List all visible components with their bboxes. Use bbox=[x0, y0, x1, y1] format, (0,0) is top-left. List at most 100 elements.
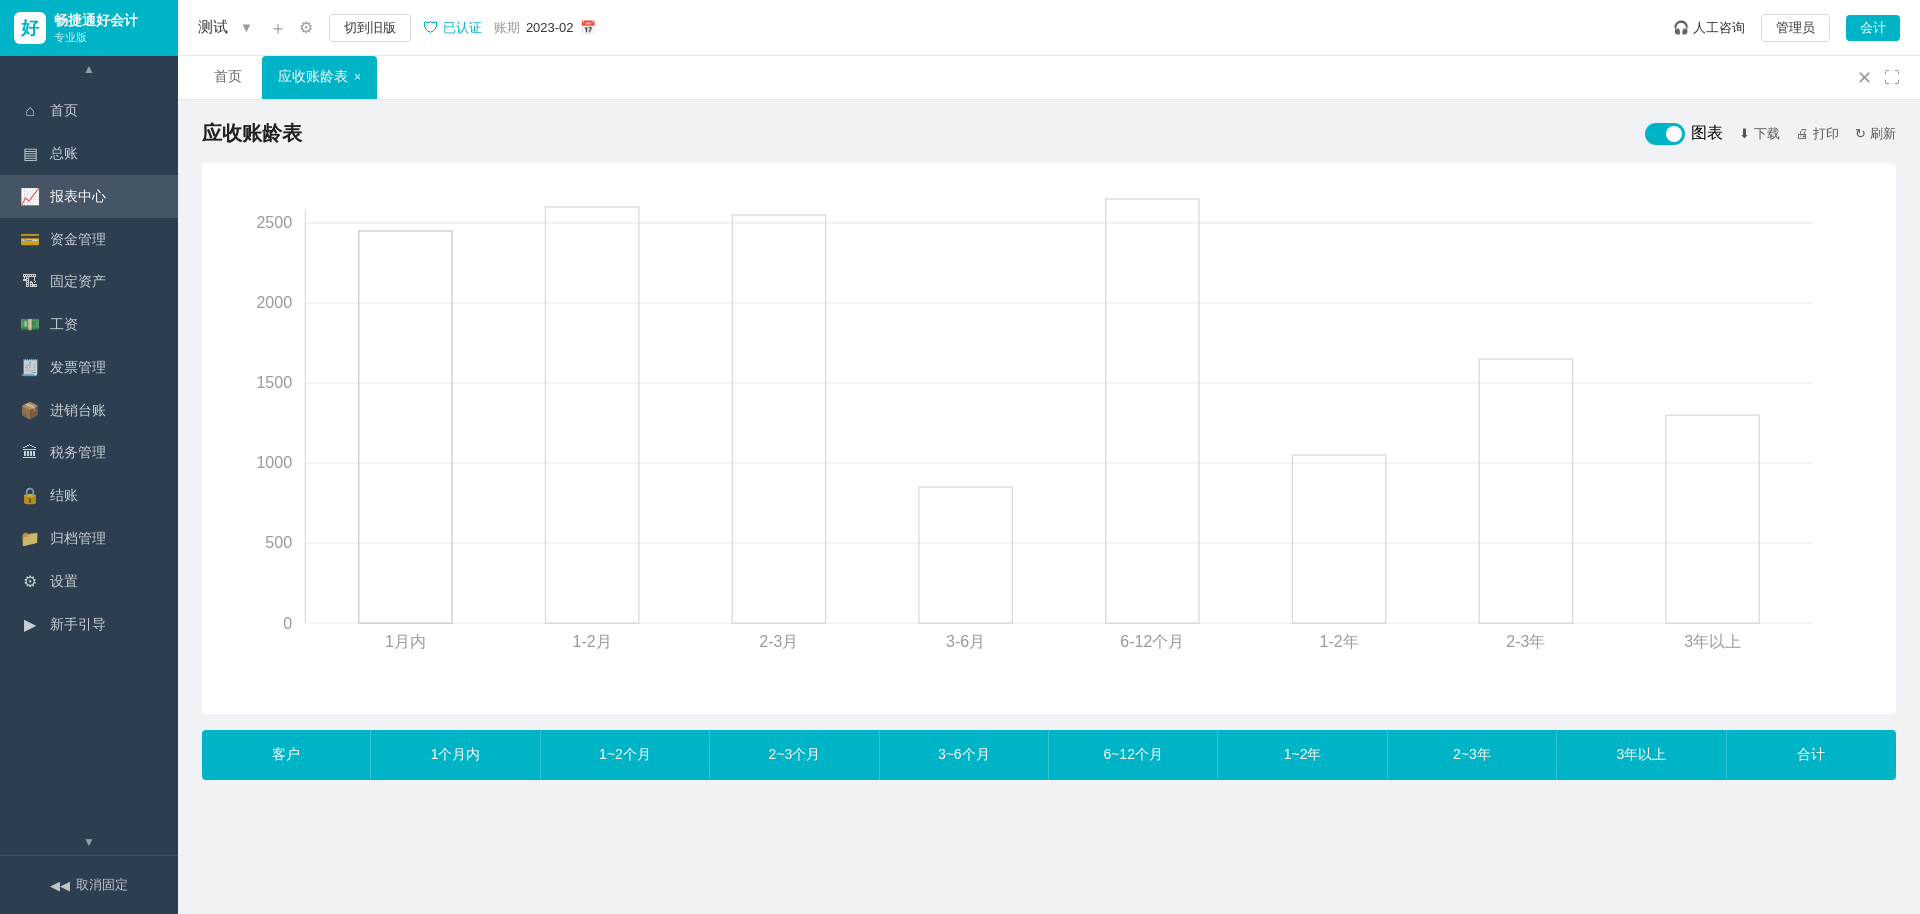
close-accounts-icon: 🔒 bbox=[20, 486, 40, 505]
col-header-3-6month: 3~6个月 bbox=[880, 730, 1049, 780]
svg-rect-17 bbox=[545, 207, 638, 623]
period-value: 2023-02 bbox=[526, 20, 574, 35]
col-header-3plus-year: 3年以上 bbox=[1557, 730, 1726, 780]
col-header-2-3year: 2~3年 bbox=[1388, 730, 1557, 780]
download-button[interactable]: ⬇ 下载 bbox=[1739, 125, 1780, 143]
certified-badge: 🛡 已认证 bbox=[423, 19, 482, 37]
switch-version-button[interactable]: 切到旧版 bbox=[329, 14, 411, 42]
app-name-block: 畅捷通好会计 专业版 bbox=[54, 11, 138, 44]
headset-icon: 🎧 bbox=[1673, 20, 1689, 35]
sidebar-label-archive: 归档管理 bbox=[50, 530, 106, 548]
page-title: 应收账龄表 bbox=[202, 120, 302, 147]
refresh-label: 刷新 bbox=[1870, 125, 1896, 143]
sidebar-label-salary: 工资 bbox=[50, 316, 78, 334]
sidebar-item-home[interactable]: ⌂ 首页 bbox=[0, 90, 178, 132]
cancel-fixed-button[interactable]: ◀◀ 取消固定 bbox=[0, 866, 178, 904]
pin-left-icon: ◀◀ bbox=[50, 878, 70, 893]
svg-rect-23 bbox=[1106, 199, 1199, 623]
topbar: 测试 ▼ ＋ ⚙ 切到旧版 🛡 已认证 账期 2023-02 📅 🎧 人工咨询 … bbox=[178, 0, 1920, 56]
sidebar-item-archive[interactable]: 📁 归档管理 bbox=[0, 517, 178, 560]
table-container: 客户 1个月内 1~2个月 2~3个月 3~6个月 6~12个月 1~2年 2~… bbox=[202, 730, 1896, 780]
sidebar-item-stock[interactable]: 📦 进销台账 bbox=[0, 389, 178, 432]
sidebar-item-funds[interactable]: 💳 资金管理 bbox=[0, 218, 178, 261]
funds-icon: 💳 bbox=[20, 230, 40, 249]
company-dropdown-icon[interactable]: ▼ bbox=[240, 20, 253, 35]
period-text-label: 账期 bbox=[494, 19, 520, 37]
sidebar-scroll-down[interactable]: ▼ bbox=[0, 829, 178, 855]
sidebar-item-settings[interactable]: ⚙ 设置 bbox=[0, 560, 178, 603]
svg-text:1月内: 1月内 bbox=[385, 633, 426, 650]
svg-rect-19 bbox=[732, 215, 825, 623]
main-area: 测试 ▼ ＋ ⚙ 切到旧版 🛡 已认证 账期 2023-02 📅 🎧 人工咨询 … bbox=[178, 0, 1920, 914]
sidebar-item-close[interactable]: 🔒 结账 bbox=[0, 474, 178, 517]
chart-toggle[interactable]: 图表 bbox=[1645, 123, 1723, 145]
refresh-button[interactable]: ↻ 刷新 bbox=[1855, 125, 1896, 143]
window-expand-icon[interactable]: ⛶ bbox=[1884, 69, 1900, 87]
table-header: 客户 1个月内 1~2个月 2~3个月 3~6个月 6~12个月 1~2年 2~… bbox=[202, 730, 1896, 780]
toggle-switch-icon[interactable] bbox=[1645, 123, 1685, 145]
sidebar: 好 畅捷通好会计 专业版 ▲ ⌂ 首页 ▤ 总账 📈 报表中心 💳 资金管理 🏗… bbox=[0, 0, 178, 914]
sidebar-label-ledger: 总账 bbox=[50, 145, 78, 163]
role-button[interactable]: 会计 bbox=[1846, 15, 1900, 41]
refresh-icon: ↻ bbox=[1855, 126, 1866, 141]
consult-label: 人工咨询 bbox=[1693, 19, 1745, 37]
sidebar-label-home: 首页 bbox=[50, 102, 78, 120]
col-header-6-12month: 6~12个月 bbox=[1049, 730, 1218, 780]
tab-active-label: 应收账龄表 bbox=[278, 68, 348, 86]
chart-toggle-label: 图表 bbox=[1691, 123, 1723, 144]
sidebar-item-salary[interactable]: 💵 工资 bbox=[0, 303, 178, 346]
tab-accounts-receivable[interactable]: 应收账龄表 × bbox=[262, 56, 377, 99]
invoice-icon: 🧾 bbox=[20, 358, 40, 377]
add-company-button[interactable]: ＋ bbox=[269, 16, 287, 40]
home-icon: ⌂ bbox=[20, 102, 40, 120]
shield-icon: 🛡 bbox=[423, 19, 439, 37]
consult-button[interactable]: 🎧 人工咨询 bbox=[1673, 19, 1745, 37]
sidebar-item-reports[interactable]: 📈 报表中心 bbox=[0, 175, 178, 218]
settings-icon: ⚙ bbox=[20, 572, 40, 591]
sidebar-nav: ⌂ 首页 ▤ 总账 📈 报表中心 💳 资金管理 🏗 固定资产 💵 工资 🧾 发票… bbox=[0, 82, 178, 829]
period-display: 账期 2023-02 📅 bbox=[494, 19, 596, 37]
app-logo-icon: 好 bbox=[14, 12, 46, 44]
sidebar-item-tax[interactable]: 🏛 税务管理 bbox=[0, 432, 178, 474]
svg-text:6-12个月: 6-12个月 bbox=[1120, 633, 1184, 650]
svg-rect-27 bbox=[1479, 359, 1572, 623]
download-icon: ⬇ bbox=[1739, 126, 1750, 141]
sidebar-label-reports: 报表中心 bbox=[50, 188, 106, 206]
certified-label: 已认证 bbox=[443, 19, 482, 37]
sidebar-scroll-up[interactable]: ▲ bbox=[0, 56, 178, 82]
tab-close-icon[interactable]: × bbox=[354, 70, 361, 84]
page-actions: 图表 ⬇ 下载 🖨 打印 ↻ 刷新 bbox=[1645, 123, 1896, 145]
cancel-fixed-label: 取消固定 bbox=[76, 876, 128, 894]
salary-icon: 💵 bbox=[20, 315, 40, 334]
sidebar-logo: 好 畅捷通好会计 专业版 bbox=[0, 0, 178, 56]
svg-rect-25 bbox=[1292, 455, 1385, 623]
reports-icon: 📈 bbox=[20, 187, 40, 206]
calendar-icon[interactable]: 📅 bbox=[580, 20, 596, 35]
guide-icon: ▶ bbox=[20, 615, 40, 634]
user-button[interactable]: 管理员 bbox=[1761, 14, 1830, 42]
sidebar-item-guide[interactable]: ▶ 新手引导 bbox=[0, 603, 178, 646]
sidebar-label-settings: 设置 bbox=[50, 573, 78, 591]
sidebar-item-ledger[interactable]: ▤ 总账 bbox=[0, 132, 178, 175]
chart-container: 0 500 1000 1500 2000 2500 1月内 1-2月 bbox=[202, 163, 1896, 714]
page-header: 应收账龄表 图表 ⬇ 下载 🖨 打印 ↻ 刷新 bbox=[202, 120, 1896, 147]
window-close-icon[interactable]: ✕ bbox=[1857, 67, 1872, 89]
settings-gear-icon[interactable]: ⚙ bbox=[299, 18, 313, 37]
company-name: 测试 bbox=[198, 18, 228, 37]
assets-icon: 🏗 bbox=[20, 273, 40, 291]
col-header-1-2month: 1~2个月 bbox=[541, 730, 710, 780]
app-name: 畅捷通好会计 bbox=[54, 11, 138, 29]
ledger-icon: ▤ bbox=[20, 144, 40, 163]
col-header-2-3month: 2~3个月 bbox=[710, 730, 879, 780]
svg-text:2-3年: 2-3年 bbox=[1506, 633, 1545, 650]
bar-chart: 0 500 1000 1500 2000 2500 1月内 1-2月 bbox=[212, 183, 1866, 690]
sidebar-item-invoice[interactable]: 🧾 发票管理 bbox=[0, 346, 178, 389]
tab-home[interactable]: 首页 bbox=[198, 56, 258, 99]
print-label: 打印 bbox=[1813, 125, 1839, 143]
print-button[interactable]: 🖨 打印 bbox=[1796, 125, 1839, 143]
tax-icon: 🏛 bbox=[20, 444, 40, 462]
sidebar-item-assets[interactable]: 🏗 固定资产 bbox=[0, 261, 178, 303]
col-header-1month: 1个月内 bbox=[371, 730, 540, 780]
svg-text:1000: 1000 bbox=[256, 454, 292, 471]
svg-text:1-2月: 1-2月 bbox=[573, 633, 612, 650]
